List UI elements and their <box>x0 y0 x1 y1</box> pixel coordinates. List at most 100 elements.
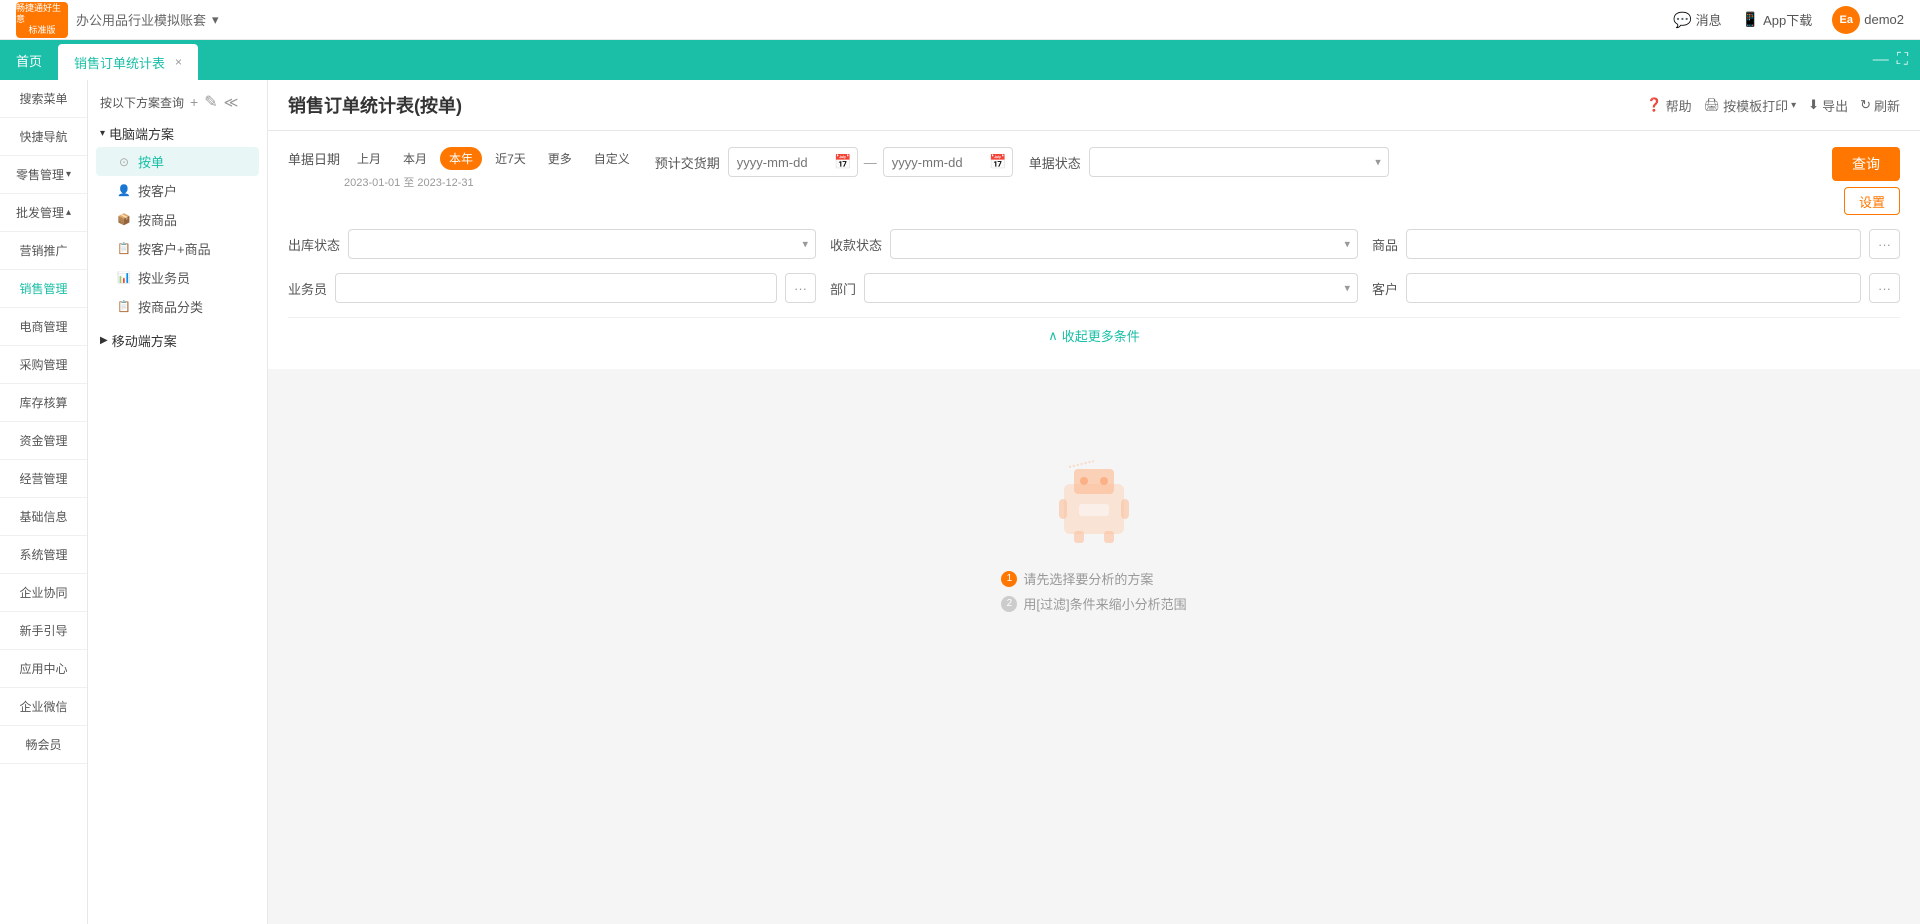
scheme-item-bysales-icon: 📊 <box>116 270 132 286</box>
department-select[interactable] <box>864 273 1358 303</box>
scheme-section-pc-label: 电脑端方案 <box>109 124 174 143</box>
query-button[interactable]: 查询 <box>1832 147 1900 181</box>
sidebar-item-wholesale[interactable]: 批发管理 ▴ <box>0 194 87 232</box>
scheme-item-bycustomer-label: 按客户 <box>138 181 177 200</box>
page-header: 销售订单统计表(按单) ❓ 帮助 🖨 按模板打印 ▾ ⬇ 导出 <box>268 80 1920 131</box>
tab-close-icon[interactable]: × <box>175 55 182 69</box>
scheme-item-by-customer[interactable]: 👤 按客户 <box>96 176 259 205</box>
sidebar-sales-label: 销售管理 <box>0 280 87 297</box>
export-button[interactable]: ⬇ 导出 <box>1808 96 1848 115</box>
payment-select[interactable] <box>890 229 1358 259</box>
topbar: 畅捷通好生意 标准版 办公用品行业模拟账套 ▾ 💬 消息 📱 App下载 Ea … <box>0 0 1920 40</box>
shipment-select[interactable] <box>348 229 816 259</box>
message-label: 消息 <box>1696 10 1722 29</box>
tab-maximize-icon[interactable]: ⛶ <box>1897 51 1908 69</box>
scheme-section-pc-header[interactable]: ▾ 电脑端方案 <box>96 120 259 147</box>
scheme-item-byorder-icon: ⊙ <box>116 154 132 170</box>
sidebar-item-enterprise[interactable]: 企业协同 <box>0 574 87 612</box>
refresh-button[interactable]: ↻ 刷新 <box>1860 96 1900 115</box>
scheme-section-mobile-header[interactable]: ▶ 移动端方案 <box>96 327 259 354</box>
date-btn-lastmonth[interactable]: 上月 <box>348 147 390 170</box>
customer-ellipsis-button[interactable]: ··· <box>1869 273 1900 303</box>
user-menu-button[interactable]: Ea demo2 <box>1832 6 1904 34</box>
status-select[interactable] <box>1089 147 1389 177</box>
sidebar-item-sales[interactable]: 销售管理 <box>0 270 87 308</box>
app-download-button[interactable]: 📱 App下载 <box>1742 10 1813 29</box>
collapse-button[interactable]: ∧ 收起更多条件 <box>1048 326 1140 345</box>
customer-input[interactable] <box>1406 273 1861 303</box>
sidebar-item-system[interactable]: 系统管理 <box>0 536 87 574</box>
app-download-icon: 📱 <box>1742 11 1759 28</box>
scheme-panel-title: 按以下方案查询 <box>100 94 184 111</box>
sidebar-item-quick-nav[interactable]: 快捷导航 <box>0 118 87 156</box>
collapse-arrow-icon: ∧ <box>1048 328 1058 344</box>
breadcrumb-text: 办公用品行业模拟账套 <box>76 10 206 29</box>
logo-line1: 畅捷通好生意 <box>16 3 68 25</box>
sidebar-member-label: 畅会员 <box>0 736 87 753</box>
help-icon: ❓ <box>1646 97 1662 113</box>
sidebar-basicinfo-label: 基础信息 <box>0 508 87 525</box>
sidebar-item-member[interactable]: 畅会员 <box>0 726 87 764</box>
scheme-add-button[interactable]: + <box>190 94 198 110</box>
filter-area: 单据日期 上月 本月 本年 近7天 更多 自定义 2023-01-0 <box>268 131 1920 369</box>
tab-home[interactable]: 首页 <box>0 40 58 80</box>
scheme-item-by-goods-category[interactable]: 📋 按商品分类 <box>96 292 259 321</box>
tab-minimize-icon[interactable]: — <box>1873 51 1889 69</box>
scheme-item-by-order[interactable]: ⊙ 按单 <box>96 147 259 176</box>
scheme-section-mobile-label: 移动端方案 <box>112 331 177 350</box>
sidebar-item-guide[interactable]: 新手引导 <box>0 612 87 650</box>
sidebar-item-ecommerce[interactable]: 电商管理 <box>0 308 87 346</box>
scheme-item-bycat-label: 按商品分类 <box>138 297 203 316</box>
tab-sales-order[interactable]: 销售订单统计表 × <box>58 44 198 80</box>
sidebar-wholesale-arrow-icon: ▴ <box>66 207 71 218</box>
salesperson-input[interactable] <box>335 273 777 303</box>
help-button[interactable]: ❓ 帮助 <box>1646 96 1691 115</box>
breadcrumb-arrow-icon: ▾ <box>212 12 219 28</box>
settings-button[interactable]: 设置 <box>1844 187 1900 215</box>
expected-date-to[interactable] <box>883 147 1013 177</box>
sidebar-wholesale-label: 批发管理 <box>16 204 64 221</box>
sidebar-finance-label: 资金管理 <box>0 432 87 449</box>
sidebar-retail-arrow-icon: ▾ <box>66 169 71 180</box>
date-btn-more[interactable]: 更多 <box>539 147 581 170</box>
goods-filter: 商品 ··· <box>1372 229 1900 259</box>
payment-filter-label: 收款状态 <box>830 235 882 254</box>
sidebar-item-basic-info[interactable]: 基础信息 <box>0 498 87 536</box>
topbar-left: 畅捷通好生意 标准版 办公用品行业模拟账套 ▾ <box>16 2 219 38</box>
sidebar-item-search-menu[interactable]: 搜索菜单 <box>0 80 87 118</box>
sidebar-item-inventory[interactable]: 库存核算 <box>0 384 87 422</box>
user-name: demo2 <box>1864 12 1904 27</box>
sidebar-item-finance[interactable]: 资金管理 <box>0 422 87 460</box>
sidebar-item-retail[interactable]: 零售管理 ▾ <box>0 156 87 194</box>
sidebar-purchase-label: 采购管理 <box>0 356 87 373</box>
salesperson-ellipsis-button[interactable]: ··· <box>785 273 816 303</box>
message-button[interactable]: 💬 消息 <box>1673 10 1722 29</box>
date-btn-last7days[interactable]: 近7天 <box>486 147 535 170</box>
expected-date-label: 预计交货期 <box>655 153 720 172</box>
scheme-item-by-salesperson[interactable]: 📊 按业务员 <box>96 263 259 292</box>
sidebar-wechat-label: 企业微信 <box>0 698 87 715</box>
expected-date-from[interactable] <box>728 147 858 177</box>
avatar: Ea <box>1832 6 1860 34</box>
department-filter: 部门 <box>830 273 1358 303</box>
tip-2-number: 2 <box>1001 596 1017 612</box>
scheme-item-by-customer-goods[interactable]: 📋 按客户+商品 <box>96 234 259 263</box>
sidebar-item-marketing[interactable]: 营销推广 <box>0 232 87 270</box>
date-btn-custom[interactable]: 自定义 <box>585 147 639 170</box>
print-button[interactable]: 🖨 按模板打印 ▾ <box>1704 96 1797 115</box>
sidebar-item-app-center[interactable]: 应用中心 <box>0 650 87 688</box>
customer-filter: 客户 ··· <box>1372 273 1900 303</box>
sidebar-inventory-label: 库存核算 <box>0 394 87 411</box>
sidebar-item-wechat[interactable]: 企业微信 <box>0 688 87 726</box>
goods-ellipsis-button[interactable]: ··· <box>1869 229 1900 259</box>
sidebar-item-operation[interactable]: 经营管理 <box>0 460 87 498</box>
breadcrumb[interactable]: 办公用品行业模拟账套 ▾ <box>76 10 219 29</box>
scheme-edit-button[interactable]: ✎ <box>204 92 217 112</box>
scheme-item-by-goods[interactable]: 📦 按商品 <box>96 205 259 234</box>
scheme-collapse-button[interactable]: ≪ <box>224 94 239 111</box>
date-btn-thismonth[interactable]: 本月 <box>394 147 436 170</box>
date-btn-thisyear[interactable]: 本年 <box>440 147 482 170</box>
sidebar-item-purchase[interactable]: 采购管理 <box>0 346 87 384</box>
topbar-right: 💬 消息 📱 App下载 Ea demo2 <box>1673 6 1904 34</box>
goods-input[interactable] <box>1406 229 1861 259</box>
